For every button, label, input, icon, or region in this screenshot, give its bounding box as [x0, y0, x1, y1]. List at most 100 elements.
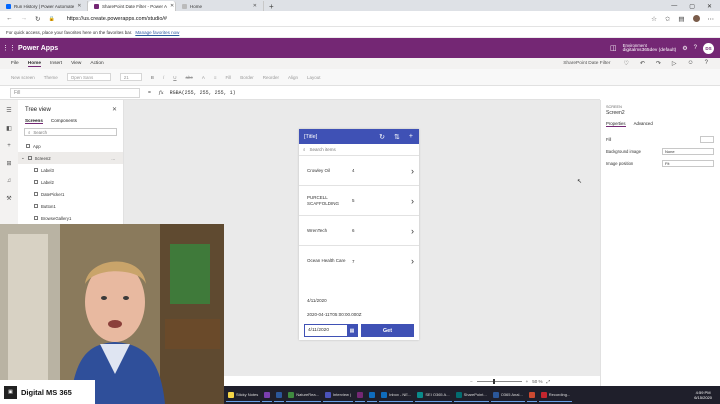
close-panel-icon[interactable]: ✕ — [112, 106, 117, 113]
chevron-right-icon[interactable]: › — [411, 196, 414, 206]
zoom-slider[interactable] — [476, 378, 522, 384]
chevron-right-icon[interactable]: › — [411, 226, 414, 236]
tab-properties[interactable]: Properties — [606, 121, 626, 127]
menu-home[interactable]: Home — [27, 61, 42, 67]
fit-screen-icon[interactable]: ⤢ — [547, 379, 551, 384]
taskbar-teams[interactable]: Interview | — [322, 388, 354, 402]
zoom-out-icon[interactable]: − — [470, 379, 473, 384]
refresh-icon[interactable]: ↻ — [379, 133, 385, 141]
browser-tab-home[interactable]: Home ✕ — [176, 1, 264, 11]
minimize-icon[interactable]: — — [671, 3, 677, 9]
property-dropdown[interactable]: Fill — [10, 87, 140, 98]
browser-tab-powerapps[interactable]: SharePoint Date Filter - Power A ✕ — [88, 1, 176, 11]
help-icon[interactable]: ? — [694, 45, 697, 51]
favorites-icon[interactable]: ✩ — [665, 15, 670, 23]
tree-item-button1[interactable]: Button1 — [18, 200, 123, 212]
layout-button[interactable]: Layout — [307, 75, 321, 80]
image-position-dropdown[interactable]: Fit — [662, 159, 714, 167]
redo-icon[interactable]: ↷ — [656, 60, 661, 67]
new-tab-button[interactable]: + — [264, 2, 279, 11]
app-screen-preview[interactable]: [Title] ↻ ⇅ + ⌕ Search items Crowley Oil… — [299, 129, 419, 340]
taskbar-o365[interactable]: O365 Anal... — [490, 388, 525, 402]
collections-icon[interactable]: ▤ — [678, 15, 684, 23]
gallery-row[interactable]: WrenTech 6 › — [299, 216, 419, 246]
taskbar-recording[interactable]: Recording... — [538, 388, 573, 402]
tab-screens[interactable]: Screens — [25, 118, 43, 124]
manage-favorites-link[interactable]: Manage favorites now — [135, 30, 179, 35]
taskbar-powerapps[interactable] — [355, 388, 366, 402]
taskbar-sticky-notes[interactable]: Sticky Notes — [226, 388, 261, 402]
taskbar-sharepoint[interactable]: SharePoint... — [453, 388, 489, 402]
new-screen-button[interactable]: New screen — [11, 75, 35, 80]
date-picker[interactable]: 4/11/2020 ▦ — [304, 324, 358, 337]
menu-action[interactable]: Action — [90, 61, 103, 66]
font-color-button[interactable]: A — [202, 75, 205, 80]
settings-icon[interactable]: ⚙ — [682, 45, 687, 52]
tab-components[interactable]: Components — [51, 118, 77, 124]
add-icon[interactable]: + — [409, 133, 413, 141]
tree-item-label2[interactable]: Label2 — [18, 176, 123, 188]
tab-advanced[interactable]: Advanced — [634, 121, 653, 127]
refresh-icon[interactable]: ↻ — [35, 15, 40, 23]
taskbar-edge[interactable] — [367, 388, 378, 402]
menu-dots-icon[interactable]: ⋯ — [708, 15, 715, 23]
health-icon[interactable]: ♡ — [623, 60, 628, 67]
fill-button[interactable]: Fill — [225, 75, 231, 80]
environment-picker[interactable]: ◫ Environment digitalms365dev (default) … — [610, 42, 720, 54]
menu-insert[interactable]: Insert — [50, 61, 62, 66]
insert-plus-icon[interactable]: + — [7, 143, 11, 149]
sort-icon[interactable]: ⇅ — [394, 133, 400, 141]
text-align-icon[interactable]: ≡ — [214, 75, 217, 80]
reorder-button[interactable]: Reorder — [263, 75, 279, 80]
url-field[interactable]: https://us.create.powerapps.com/studio/# — [67, 16, 167, 22]
close-tab-icon[interactable]: ✕ — [77, 3, 81, 9]
gallery-search-input[interactable]: ⌕ Search items — [299, 144, 419, 156]
hamburger-icon[interactable]: ☰ — [6, 107, 11, 114]
profile-avatar[interactable] — [692, 15, 700, 22]
menu-view[interactable]: View — [71, 61, 81, 66]
font-dropdown[interactable]: Open Sans — [66, 73, 111, 81]
border-button[interactable]: Border — [240, 75, 254, 80]
browser-tab-power-automate[interactable]: Run History | Power Automate ✕ — [0, 1, 88, 11]
italic-button[interactable]: / — [163, 75, 164, 80]
theme-button[interactable]: Theme — [44, 75, 58, 80]
fill-color-picker[interactable] — [700, 135, 714, 143]
more-options-icon[interactable]: ... — [111, 156, 115, 161]
zoom-slider-handle[interactable] — [492, 378, 495, 384]
tree-item-label3[interactable]: Label3 — [18, 164, 123, 176]
tree-item-app[interactable]: App — [18, 140, 123, 152]
background-image-dropdown[interactable]: None — [662, 147, 714, 155]
taskbar-powerpoint[interactable] — [526, 388, 537, 402]
help-circle-icon[interactable]: ? — [705, 60, 708, 67]
taskbar-outlook[interactable]: Inbox - NE... — [379, 388, 414, 402]
formula-input[interactable]: RGBA(255, 255, 255, 1) — [170, 90, 236, 96]
close-window-icon[interactable]: ✕ — [707, 3, 712, 10]
zoom-in-icon[interactable]: + — [526, 379, 529, 384]
tree-item-datepicker1[interactable]: DatePicker1 — [18, 188, 123, 200]
font-size-dropdown[interactable]: 21 — [119, 73, 142, 81]
underline-button[interactable]: U — [173, 75, 176, 80]
collapse-chevron-icon[interactable]: ⌄ — [21, 155, 25, 161]
user-avatar[interactable]: DS — [703, 42, 714, 54]
taskbar-onenote[interactable] — [262, 388, 273, 402]
gallery-row[interactable]: Ocean Health Care 7 › — [299, 246, 419, 276]
undo-icon[interactable]: ↶ — [640, 60, 645, 67]
gallery-row[interactable]: Crowley Oil 4 › — [299, 156, 419, 186]
layers-icon[interactable]: ◧ — [6, 125, 12, 132]
chevron-right-icon[interactable]: › — [411, 256, 414, 266]
play-icon[interactable]: ▷ — [672, 60, 677, 67]
media-icon[interactable]: ♫ — [7, 178, 12, 184]
get-button[interactable]: Get — [361, 324, 414, 337]
system-clock[interactable]: 4:59 PM 6/15/2020 — [694, 390, 720, 400]
align-button[interactable]: Align — [288, 75, 298, 80]
favorite-star-icon[interactable]: ☆ — [651, 15, 657, 23]
forward-icon[interactable]: → — [21, 15, 28, 22]
app-launcher-icon[interactable]: ⋮⋮ — [0, 44, 18, 52]
close-tab-icon[interactable]: ✕ — [253, 3, 257, 9]
bold-button[interactable]: B — [151, 75, 154, 80]
menu-file[interactable]: File — [11, 61, 19, 66]
maximize-icon[interactable]: ▢ — [689, 3, 695, 10]
gallery-row[interactable]: PURCELL SCAFFOLDING 5 › — [299, 186, 419, 216]
calendar-icon[interactable]: ▦ — [347, 325, 357, 336]
back-icon[interactable]: ← — [6, 15, 13, 22]
